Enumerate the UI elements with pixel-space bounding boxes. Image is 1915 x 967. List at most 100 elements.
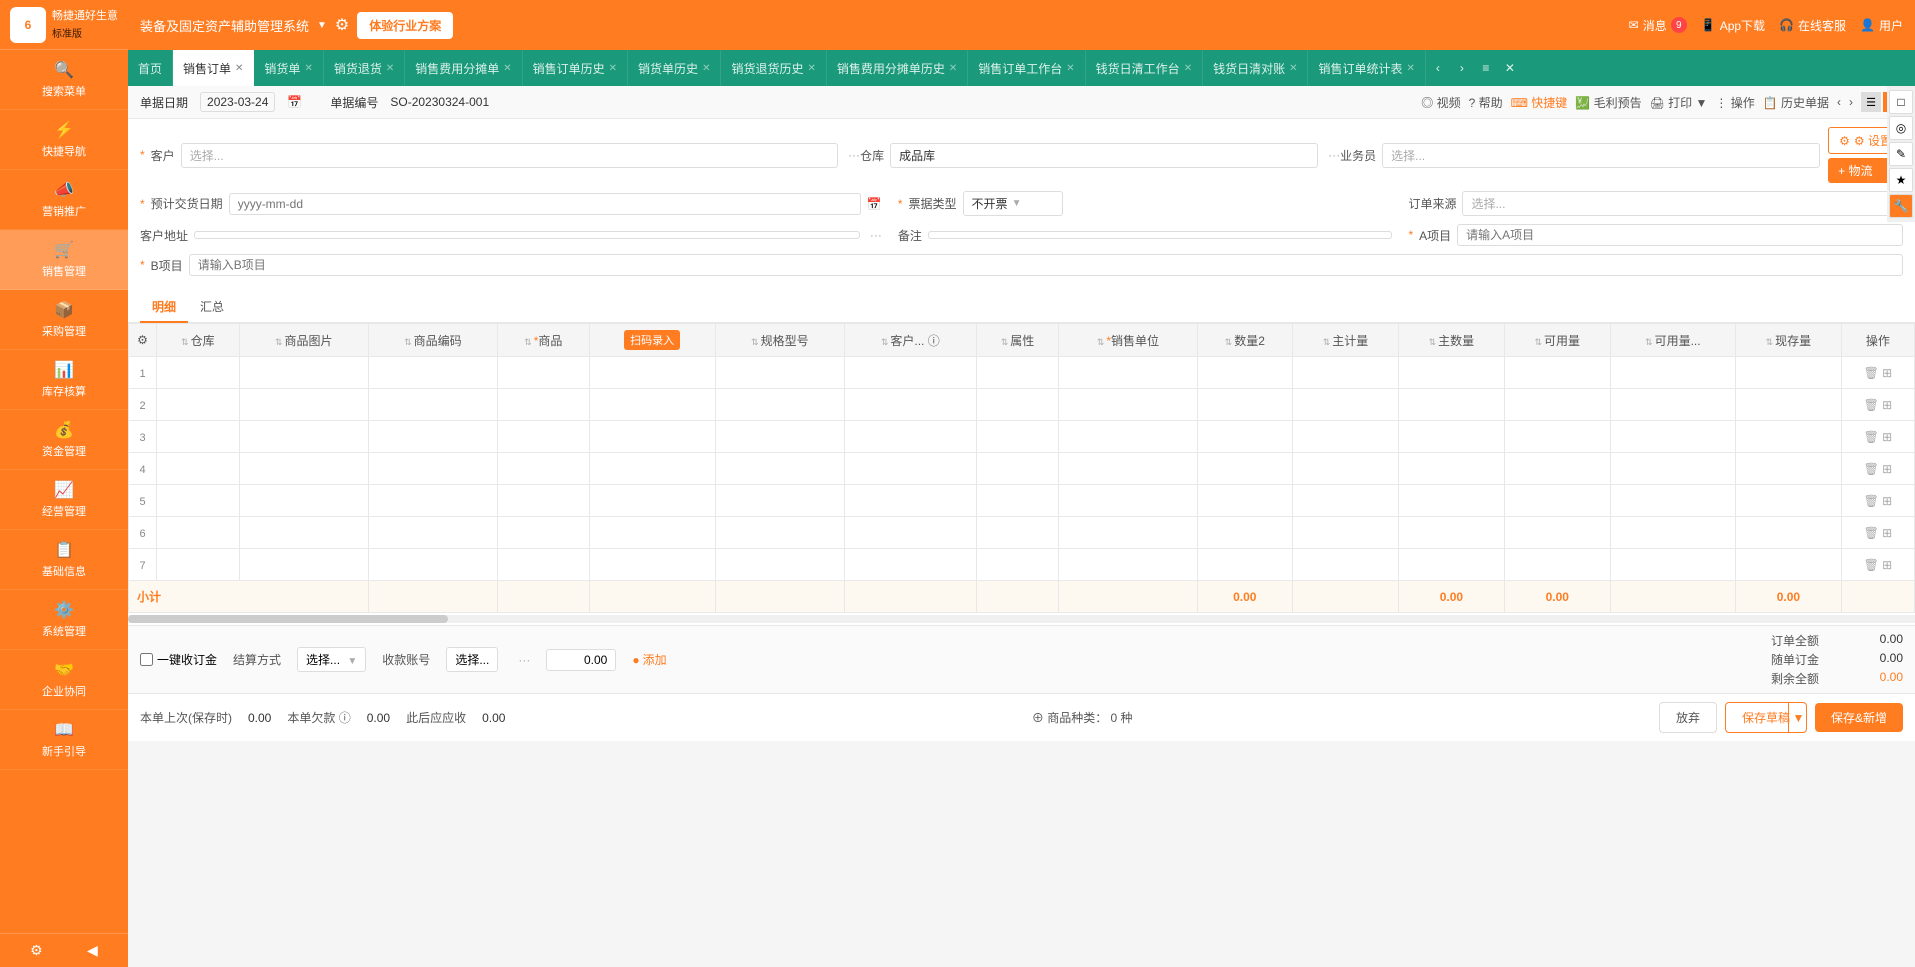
trial-button[interactable]: 体验行业方案 <box>357 12 453 39</box>
row-goods-1[interactable] <box>497 357 589 389</box>
delivery-date-input[interactable] <box>229 193 861 215</box>
sidebar-item-inventory[interactable]: 📊 库存核算 <box>0 350 128 410</box>
row-main-unit-1[interactable] <box>1293 357 1399 389</box>
sidebar-item-purchase[interactable]: 📦 采购管理 <box>0 290 128 350</box>
scan-input-btn[interactable]: 扫码录入 <box>624 330 680 350</box>
th-gear[interactable]: ⚙ <box>129 324 157 357</box>
tab-close-icon[interactable]: ✕ <box>1066 63 1074 74</box>
receipt-no-select[interactable]: 选择... <box>446 647 498 672</box>
print-btn[interactable]: 🖨 打印 ▼ <box>1650 94 1708 111</box>
sidebar-item-operations[interactable]: 📈 经营管理 <box>0 470 128 530</box>
tab-sales-order[interactable]: 销售订单 ✕ <box>173 50 254 86</box>
nav-next-icon[interactable]: › <box>1849 95 1853 109</box>
row-available-1[interactable] <box>1504 357 1610 389</box>
tab-close-icon[interactable]: ✕ <box>1407 63 1415 74</box>
one-click-checkbox[interactable] <box>140 653 153 666</box>
tab-close-icon[interactable]: ✕ <box>1184 63 1192 74</box>
right-tool-5[interactable]: 🔧 <box>1889 194 1913 218</box>
profit-btn[interactable]: 💹 毛利预告 <box>1575 94 1641 111</box>
order-source-input[interactable]: 选择... <box>1462 191 1903 216</box>
user-menu-btn[interactable]: 👤 用户 <box>1860 17 1903 34</box>
invoice-type-select[interactable]: 不开票 ▼ <box>963 191 1063 216</box>
sidebar-settings-btn[interactable]: ⚙ <box>30 942 43 959</box>
row-unit-1[interactable] <box>1059 357 1197 389</box>
address-dots[interactable]: ··· <box>870 228 882 242</box>
tab-close-icon[interactable]: ✕ <box>235 63 243 74</box>
row-main-qty-1[interactable] <box>1398 357 1504 389</box>
receipt-dots[interactable]: ··· <box>518 653 530 667</box>
tab-order-history[interactable]: 销售订单历史 ✕ <box>523 50 628 86</box>
doc-date-value[interactable]: 2023-03-24 <box>200 92 275 112</box>
sidebar-item-system[interactable]: ⚙️ 系统管理 <box>0 590 128 650</box>
row-code-1[interactable] <box>368 357 497 389</box>
system-name[interactable]: 装备及固定资产辅助管理系统 <box>140 16 309 35</box>
sidebar-item-finance[interactable]: 💰 资金管理 <box>0 410 128 470</box>
tab-close-icon[interactable]: ✕ <box>304 63 312 74</box>
a-project-input[interactable] <box>1457 224 1903 246</box>
tab-close-icon[interactable]: ✕ <box>949 63 957 74</box>
tab-close-icon[interactable]: ✕ <box>609 63 617 74</box>
row-action-1[interactable]: 🗑 ⊞ <box>1841 357 1914 389</box>
b-project-input[interactable] <box>189 254 1903 276</box>
payment-amount-input[interactable] <box>546 649 616 671</box>
scrollbar-track[interactable] <box>128 615 1915 623</box>
tab-order-stats[interactable]: 销售订单统计表 ✕ <box>1308 50 1425 86</box>
sidebar-item-marketing[interactable]: 📣 营销推广 <box>0 170 128 230</box>
tab-sales-fee[interactable]: 销售费用分摊单 ✕ <box>405 50 522 86</box>
sidebar-item-guide[interactable]: 📖 新手引导 <box>0 710 128 770</box>
row-scan-1[interactable] <box>589 357 715 389</box>
row-warehouse-1[interactable] <box>157 357 240 389</box>
row-current-1[interactable] <box>1735 357 1841 389</box>
add-payment-btn[interactable]: ● 添加 <box>632 651 666 668</box>
sidebar-item-enterprise[interactable]: 🤝 企业协同 <box>0 650 128 710</box>
system-dropdown-icon[interactable]: ▼ <box>317 20 327 31</box>
tab-sales-return[interactable]: 销货退货 ✕ <box>324 50 405 86</box>
save-new-button[interactable]: 保存&新增 <box>1815 703 1903 732</box>
tab-nav-prev[interactable]: ‹ <box>1426 50 1450 86</box>
list-view-btn[interactable]: ☰ <box>1861 92 1881 112</box>
tab-daily-workbench[interactable]: 钱货日清工作台 ✕ <box>1086 50 1203 86</box>
one-click-label[interactable]: 一键收订金 <box>140 651 217 668</box>
tab-nav-next[interactable]: › <box>1450 50 1474 86</box>
tab-return-history[interactable]: 销货退货历史 ✕ <box>721 50 826 86</box>
address-input[interactable] <box>194 231 860 239</box>
help-btn[interactable]: ? 帮助 <box>1469 94 1503 111</box>
tab-invoice-history[interactable]: 销货单历史 ✕ <box>628 50 721 86</box>
tab-nav-more[interactable]: ≡ <box>1474 50 1498 86</box>
tab-daily-reconcile[interactable]: 钱货日清对账 ✕ <box>1203 50 1308 86</box>
notification-btn[interactable]: ✉ 消息 9 <box>1629 17 1687 34</box>
tab-close-icon[interactable]: ✕ <box>1289 63 1297 74</box>
warehouse-input[interactable]: 成品库 <box>890 143 1318 168</box>
tab-nav-close[interactable]: ✕ <box>1498 50 1522 86</box>
view-btn[interactable]: ◎ 视频 <box>1421 94 1460 111</box>
online-support-btn[interactable]: 🎧 在线客服 <box>1779 17 1846 34</box>
row-spec-1[interactable] <box>715 357 844 389</box>
right-tool-3[interactable]: ✎ <box>1889 142 1913 166</box>
actions-btn[interactable]: ⋮ 操作 <box>1715 94 1754 111</box>
row-image-1[interactable] <box>239 357 368 389</box>
tab-order-workbench[interactable]: 销售订单工作台 ✕ <box>968 50 1085 86</box>
tab-home[interactable]: 首页 <box>128 50 173 86</box>
sidebar-collapse-btn[interactable]: ◀ <box>87 942 98 959</box>
tab-close-icon[interactable]: ✕ <box>702 63 710 74</box>
scrollbar-thumb[interactable] <box>128 615 448 623</box>
right-tool-1[interactable]: □ <box>1889 90 1913 114</box>
customer-input[interactable]: 选择... <box>181 143 838 168</box>
tab-close-icon[interactable]: ✕ <box>503 63 511 74</box>
tab-summary[interactable]: 汇总 <box>188 292 236 323</box>
tab-detail[interactable]: 明细 <box>140 292 188 323</box>
history-btn[interactable]: 📋 历史单据 <box>1763 94 1829 111</box>
right-tool-4[interactable]: ★ <box>1889 168 1913 192</box>
save-draft-dropdown-icon[interactable]: ▼ <box>1788 702 1808 733</box>
tab-close-icon[interactable]: ✕ <box>807 63 815 74</box>
sidebar-item-quick-nav[interactable]: ⚡ 快捷导航 <box>0 110 128 170</box>
row-available2-1[interactable] <box>1610 357 1735 389</box>
nav-prev-icon[interactable]: ‹ <box>1837 95 1841 109</box>
tab-sales-invoice[interactable]: 销货单 ✕ <box>254 50 323 86</box>
app-download-btn[interactable]: 📱 App下载 <box>1701 17 1765 34</box>
shortcut-btn[interactable]: ⌨ 快捷键 <box>1511 94 1568 111</box>
row-qty2-1[interactable] <box>1197 357 1293 389</box>
tab-fee-history[interactable]: 销售费用分摊单历史 ✕ <box>827 50 968 86</box>
right-tool-2[interactable]: ◎ <box>1889 116 1913 140</box>
row-attr-1[interactable] <box>976 357 1059 389</box>
